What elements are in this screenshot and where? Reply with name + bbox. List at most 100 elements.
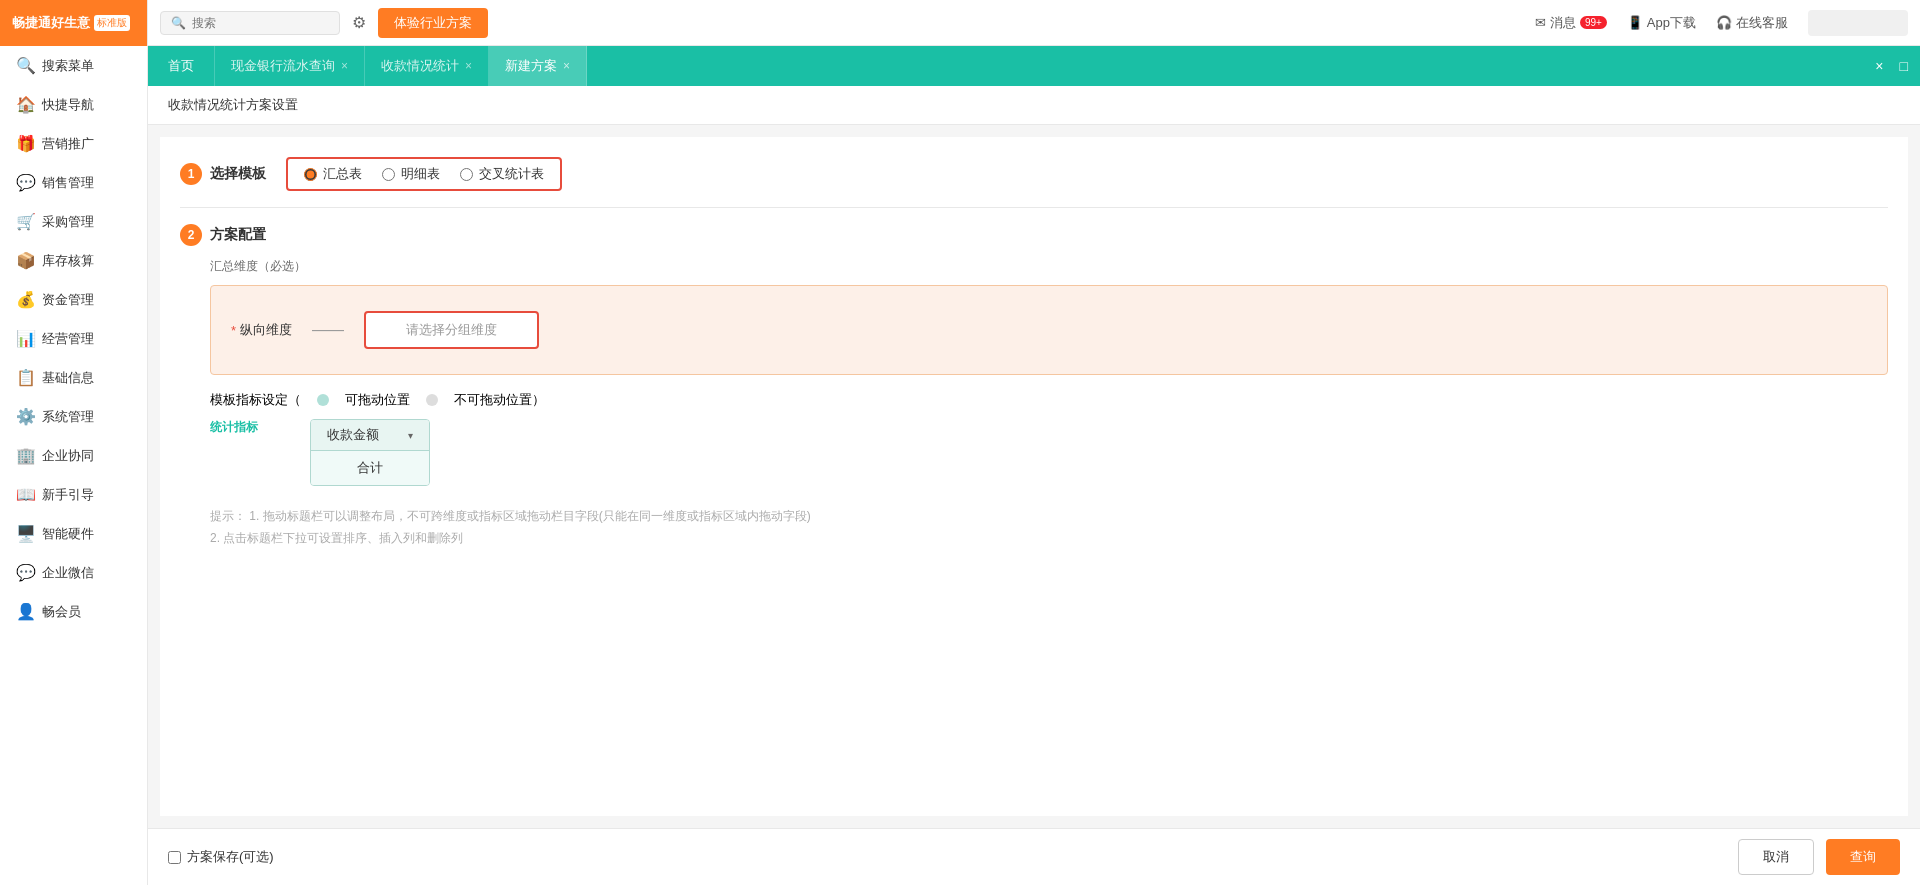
tab-new-plan[interactable]: 新建方案 ×: [489, 46, 587, 86]
home-icon: 🏠: [16, 95, 34, 114]
sidebar-logo: 畅捷通好生意 标准版: [0, 0, 147, 46]
sidebar-item-label: 搜索菜单: [42, 57, 94, 75]
stats-table-header[interactable]: 收款金额 ▾: [311, 420, 429, 451]
industry-plan-button[interactable]: 体验行业方案: [378, 8, 488, 38]
sidebar-item-label: 基础信息: [42, 369, 94, 387]
radio-summary[interactable]: 汇总表: [304, 165, 362, 183]
sidebar-item-system[interactable]: ⚙️ 系统管理: [0, 397, 147, 436]
stats-table: 收款金额 ▾ 合计: [310, 419, 430, 486]
query-button[interactable]: 查询: [1826, 839, 1900, 875]
vertical-dim-label: 纵向维度: [240, 321, 292, 339]
gear-icon: ⚙️: [16, 407, 34, 426]
maximize-icon[interactable]: □: [1896, 54, 1912, 78]
page-header: 收款情况统计方案设置: [148, 86, 1920, 125]
minimize-icon[interactable]: ×: [1871, 54, 1887, 78]
sidebar-item-enterprise[interactable]: 🏢 企业协同: [0, 436, 147, 475]
radio-cross-label: 交叉统计表: [479, 165, 544, 183]
notifications-badge: 99+: [1580, 16, 1607, 29]
user-info-bar[interactable]: [1808, 10, 1908, 36]
close-icon[interactable]: ×: [563, 59, 570, 73]
sidebar-item-label: 系统管理: [42, 408, 94, 426]
sidebar: 畅捷通好生意 标准版 🔍 搜索菜单 🏠 快捷导航 🎁 营销推广 💬 销售管理 🛒…: [0, 0, 148, 885]
metrics-section: 模板指标设定（ 可拖动位置 不可拖动位置） 统计指标 收款金额: [210, 391, 1888, 486]
sidebar-item-purchase[interactable]: 🛒 采购管理: [0, 202, 147, 241]
fixed-dot: [426, 394, 438, 406]
sidebar-item-basic-info[interactable]: 📋 基础信息: [0, 358, 147, 397]
metrics-table-area: 统计指标 收款金额 ▾ 合计: [210, 419, 1888, 486]
box-icon: 📦: [16, 251, 34, 270]
sidebar-item-inventory[interactable]: 📦 库存核算: [0, 241, 147, 280]
online-service-label: 在线客服: [1736, 14, 1788, 32]
close-icon[interactable]: ×: [341, 59, 348, 73]
sidebar-item-newbie[interactable]: 📖 新手引导: [0, 475, 147, 514]
online-service-item[interactable]: 🎧 在线客服: [1716, 14, 1788, 32]
settings-icon[interactable]: ⚙: [352, 13, 366, 32]
radio-detail-label: 明细表: [401, 165, 440, 183]
tip2-text: 2. 点击标题栏下拉可设置排序、插入列和删除列: [210, 531, 463, 545]
step1-row: 1 选择模板 汇总表 明细表 交叉统计表: [180, 157, 1888, 191]
save-plan-checkbox-input[interactable]: [168, 851, 181, 864]
sidebar-item-quick-nav[interactable]: 🏠 快捷导航: [0, 85, 147, 124]
close-icon[interactable]: ×: [465, 59, 472, 73]
save-plan-label: 方案保存(可选): [187, 848, 274, 866]
sidebar-item-operations[interactable]: 📊 经营管理: [0, 319, 147, 358]
sidebar-item-label: 企业协同: [42, 447, 94, 465]
dimension-box: * 纵向维度 —— 请选择分组维度: [210, 285, 1888, 375]
radio-cross-input[interactable]: [460, 168, 473, 181]
draggable-label: 可拖动位置: [345, 391, 410, 409]
sidebar-item-search-menu[interactable]: 🔍 搜索菜单: [0, 46, 147, 85]
sidebar-item-sales[interactable]: 💬 销售管理: [0, 163, 147, 202]
sidebar-item-smart-hardware[interactable]: 🖥️ 智能硬件: [0, 514, 147, 553]
bottom-bar: 方案保存(可选) 取消 查询: [148, 828, 1920, 885]
tip1-text: 1. 拖动标题栏可以调整布局，不可跨维度或指标区域拖动栏目字段(只能在同一维度或…: [249, 509, 810, 523]
sidebar-item-enterprise-wechat[interactable]: 💬 企业微信: [0, 553, 147, 592]
sidebar-item-finance[interactable]: 💰 资金管理: [0, 280, 147, 319]
page-title: 收款情况统计方案设置: [168, 97, 298, 112]
sidebar-item-label: 新手引导: [42, 486, 94, 504]
sidebar-item-label: 畅会员: [42, 603, 81, 621]
tab-bank-flow[interactable]: 现金银行流水查询 ×: [215, 46, 365, 86]
tips-section: 提示： 1. 拖动标题栏可以调整布局，不可跨维度或指标区域拖动栏目字段(只能在同…: [210, 506, 1888, 549]
fixed-label: 不可拖动位置）: [454, 391, 545, 409]
tab-bank-flow-label: 现金银行流水查询: [231, 57, 335, 75]
save-plan-checkbox[interactable]: 方案保存(可选): [168, 848, 274, 866]
radio-cross[interactable]: 交叉统计表: [460, 165, 544, 183]
sidebar-item-marketing[interactable]: 🎁 营销推广: [0, 124, 147, 163]
search-icon: 🔍: [16, 56, 34, 75]
tab-home[interactable]: 首页: [148, 46, 215, 86]
dimension-section-title: 汇总维度（必选）: [210, 258, 1888, 275]
sidebar-item-label: 智能硬件: [42, 525, 94, 543]
step1-title: 选择模板: [210, 165, 266, 183]
stats-total-label: 合计: [357, 460, 383, 475]
radio-summary-label: 汇总表: [323, 165, 362, 183]
tab-new-plan-label: 新建方案: [505, 57, 557, 75]
building-icon: 🏢: [16, 446, 34, 465]
arrow-icon: ——: [312, 321, 344, 339]
search-input[interactable]: [192, 16, 332, 30]
radio-summary-input[interactable]: [304, 168, 317, 181]
monitor-icon: 🖥️: [16, 524, 34, 543]
select-dimension-button[interactable]: 请选择分组维度: [364, 311, 539, 349]
metrics-section-title: 模板指标设定（: [210, 391, 301, 409]
step1-circle: 1: [180, 163, 202, 185]
app-name: 畅捷通好生意: [12, 14, 90, 32]
download-icon: 📱: [1627, 15, 1643, 30]
app-download-item[interactable]: 📱 App下载: [1627, 14, 1696, 32]
money-icon: 💰: [16, 290, 34, 309]
step2-content: 汇总维度（必选） * 纵向维度 —— 请选择分组维度 模板指标设定（ 可拖动位置…: [180, 258, 1888, 549]
tip2: 2. 点击标题栏下拉可设置排序、插入列和删除列: [210, 528, 1888, 550]
divider-1: [180, 207, 1888, 208]
topbar-right: ✉ 消息 99+ 📱 App下载 🎧 在线客服: [1535, 10, 1908, 36]
search-bar[interactable]: 🔍: [160, 11, 340, 35]
stats-table-header-label: 收款金额: [327, 426, 379, 444]
cancel-button[interactable]: 取消: [1738, 839, 1814, 875]
chevron-down-icon[interactable]: ▾: [408, 430, 413, 441]
radio-detail-input[interactable]: [382, 168, 395, 181]
radio-detail[interactable]: 明细表: [382, 165, 440, 183]
form-card: 1 选择模板 汇总表 明细表 交叉统计表: [160, 137, 1908, 816]
sidebar-item-member[interactable]: 👤 畅会员: [0, 592, 147, 631]
metrics-label-row: 模板指标设定（ 可拖动位置 不可拖动位置）: [210, 391, 1888, 409]
notifications-item[interactable]: ✉ 消息 99+: [1535, 14, 1607, 32]
tab-receipt-stats[interactable]: 收款情况统计 ×: [365, 46, 489, 86]
user-icon: 👤: [16, 602, 34, 621]
